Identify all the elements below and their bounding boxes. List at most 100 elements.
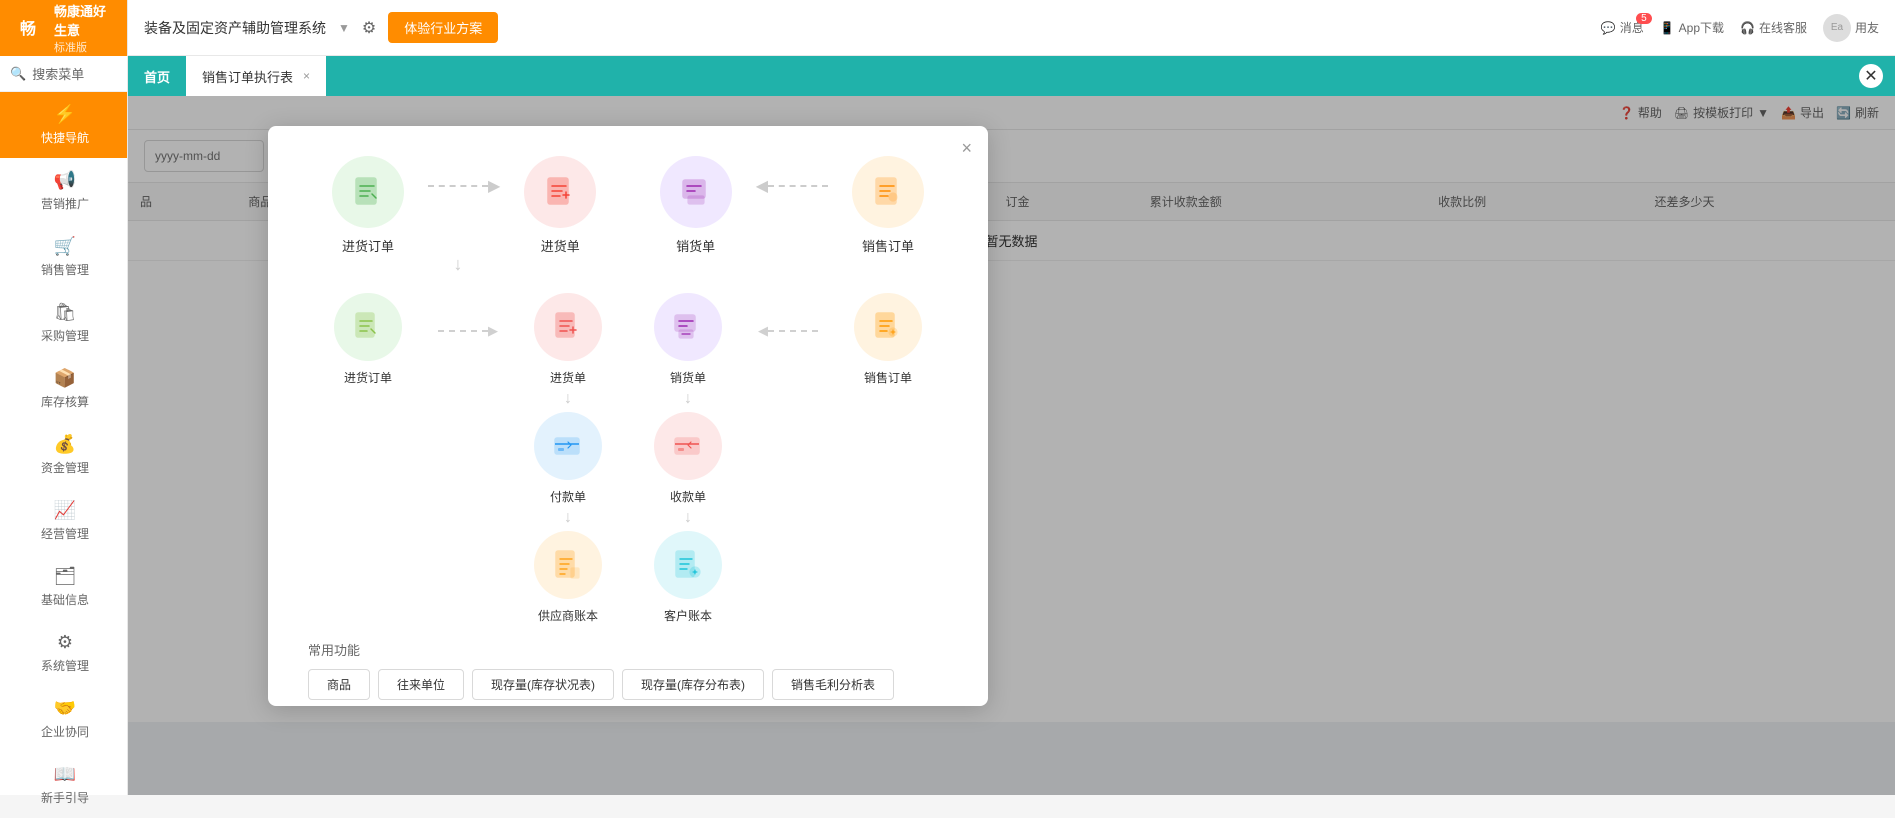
so-node[interactable]: 销售订单 (828, 293, 948, 386)
sidebar-item-enterprise[interactable]: 🤝 企业协同 (0, 686, 127, 752)
search-menu[interactable]: 🔍 搜索菜单 (0, 56, 127, 92)
p-label: 进货单 (550, 369, 586, 386)
sidebar-item-label: 新手引导 (41, 789, 89, 806)
purchase-order-node[interactable]: 进货订单 (308, 156, 428, 255)
service-icon: 🎧 (1740, 21, 1755, 35)
operations-icon: 📈 (54, 500, 76, 521)
so-label: 销售订单 (864, 369, 912, 386)
receipt-node[interactable]: 收款单 (654, 412, 722, 505)
sidebar-item-sales[interactable]: 🛒 销售管理 (0, 224, 127, 290)
sidebar-item-inventory[interactable]: 📦 库存核算 (0, 356, 127, 422)
sidebar-item-label: 库存核算 (41, 393, 89, 410)
sales-node[interactable]: 销货单 (636, 156, 756, 255)
top-header: 装备及固定资产辅助管理系统 ▼ ⚙ 体验行业方案 💬 消息 5 📱 App下载 … (128, 0, 1895, 56)
purchase-order-icon (332, 156, 404, 228)
sidebar-item-finance[interactable]: 💰 资金管理 (0, 422, 127, 488)
po-node[interactable]: 进货订单 (308, 293, 428, 386)
system-title: 装备及固定资产辅助管理系统 (144, 18, 326, 38)
sales-order-label: 销售订单 (862, 236, 914, 255)
try-button[interactable]: 体验行业方案 (388, 12, 498, 43)
sidebar-item-label: 营销推广 (41, 195, 89, 212)
user-avatar[interactable]: Ea 用友 (1823, 14, 1879, 42)
supplier-ledger-node[interactable]: 供应商账本 (534, 531, 602, 624)
arrow-payment-down: ↓ (564, 505, 572, 531)
popup-box: × (268, 126, 988, 706)
sidebar-item-label: 基础信息 (41, 591, 89, 608)
tab-close-window[interactable]: ✕ (1859, 64, 1883, 88)
arrow-receipt-down: ↓ (684, 505, 692, 531)
purchase-label: 进货单 (541, 236, 580, 255)
sidebar-item-label: 经营管理 (41, 525, 89, 542)
logo-text: 畅康通好生意 标准版 (54, 1, 117, 55)
inventory-icon: 📦 (54, 368, 76, 389)
po-label: 进货订单 (344, 369, 392, 386)
purchase-node[interactable]: 进货单 (500, 156, 620, 255)
workflow-diagram: 进货订单 ▶ (268, 126, 988, 273)
tab-home-label: 首页 (144, 67, 170, 86)
sidebar: 畅 畅康通好生意 标准版 🔍 搜索菜单 ⚡ 快捷导航 📢 营销推广 🛒 销售管理… (0, 0, 128, 795)
customer-ledger-node[interactable]: 客户账本 (654, 531, 722, 624)
settings-icon[interactable]: ⚙ (362, 18, 376, 38)
workflow-row2: ↓ (308, 255, 948, 273)
workflow-row1: 进货订单 ▶ (308, 156, 948, 255)
logo: 畅 畅康通好生意 标准版 (0, 0, 127, 56)
message-button[interactable]: 💬 消息 5 (1601, 19, 1644, 36)
basic-info-icon: 🗂 (54, 566, 77, 587)
func-btn-stock-status[interactable]: 现存量(库存状况表) (472, 669, 614, 700)
app-download-button[interactable]: 📱 App下载 (1660, 19, 1724, 36)
sidebar-item-quick-nav[interactable]: ⚡ 快捷导航 (0, 92, 127, 158)
func-buttons: 商品 往来单位 现存量(库存状况表) 现存量(库存分布表) 销售毛利分析表 商品… (308, 669, 948, 706)
guide-icon: 📖 (54, 764, 76, 785)
popup-overlay[interactable]: × (128, 96, 1895, 795)
arrow-p-down: ↓ (564, 386, 572, 412)
workflow-clean: 进货订单 ▶ (268, 273, 988, 624)
sidebar-item-label: 系统管理 (41, 657, 89, 674)
func-btn-sales-profit[interactable]: 销售毛利分析表 (772, 669, 894, 700)
tab-close-icon[interactable]: × (303, 69, 310, 83)
sales-label: 销货单 (676, 236, 715, 255)
avatar: Ea (1823, 14, 1851, 42)
purchase-order-label: 进货订单 (342, 236, 394, 255)
common-functions: 常用功能 商品 往来单位 现存量(库存状况表) 现存量(库存分布表) 销售毛利分… (268, 640, 988, 706)
sidebar-item-operations[interactable]: 📈 经营管理 (0, 488, 127, 554)
sidebar-item-basic-info[interactable]: 🗂 基础信息 (0, 554, 127, 620)
tab-sales-order[interactable]: 销售订单执行表 × (186, 56, 326, 96)
app-download-label: App下载 (1679, 19, 1724, 36)
sidebar-item-label: 快捷导航 (41, 129, 89, 146)
arrow-so-to-s: ◀ (758, 323, 818, 339)
arrow-po-to-p: ▶ (438, 323, 498, 339)
sidebar-item-label: 采购管理 (41, 327, 89, 344)
search-icon: 🔍 (10, 66, 26, 82)
content-area: ❓ 帮助 🖨 按模板打印 ▼ 📤 导出 🔄 刷新 (128, 96, 1895, 795)
s-label: 销货单 (670, 369, 706, 386)
dropdown-icon[interactable]: ▼ (338, 21, 350, 35)
online-service-button[interactable]: 🎧 在线客服 (1740, 19, 1807, 36)
func-btn-stock-dist[interactable]: 现存量(库存分布表) (622, 669, 764, 700)
sidebar-item-label: 资金管理 (41, 459, 89, 476)
common-func-title: 常用功能 (308, 640, 948, 659)
sidebar-item-purchase[interactable]: 🛍 采购管理 (0, 290, 127, 356)
func-btn-goods[interactable]: 商品 (308, 669, 370, 700)
arrow-purchase-order-to-purchase: ▶ (428, 156, 500, 224)
payment-label: 付款单 (550, 488, 586, 505)
sales-icon: 🛒 (54, 236, 76, 257)
func-btn-contacts[interactable]: 往来单位 (378, 669, 464, 700)
arrow-sales-order-to-sales: ◀ (756, 156, 828, 224)
popup-close-button[interactable]: × (961, 138, 972, 159)
sidebar-item-guide[interactable]: 📖 新手引导 (0, 752, 127, 818)
sidebar-item-system[interactable]: ⚙ 系统管理 (0, 620, 127, 686)
tab-home[interactable]: 首页 (128, 56, 186, 96)
enterprise-icon: 🤝 (54, 698, 76, 719)
p-node[interactable]: 进货单 (508, 293, 628, 386)
system-icon: ⚙ (57, 632, 73, 653)
supplier-ledger-label: 供应商账本 (538, 607, 598, 624)
finance-icon: 💰 (54, 434, 76, 455)
header-icons: 💬 消息 5 📱 App下载 🎧 在线客服 Ea 用友 (1601, 14, 1879, 42)
sidebar-item-marketing[interactable]: 📢 营销推广 (0, 158, 127, 224)
sales-order-node[interactable]: 销售订单 (828, 156, 948, 255)
svg-text:畅: 畅 (20, 19, 36, 38)
s-node[interactable]: 销货单 (628, 293, 748, 386)
arrow-s-down: ↓ (684, 386, 692, 412)
main-area: 装备及固定资产辅助管理系统 ▼ ⚙ 体验行业方案 💬 消息 5 📱 App下载 … (128, 0, 1895, 795)
payment-node[interactable]: 付款单 (534, 412, 602, 505)
